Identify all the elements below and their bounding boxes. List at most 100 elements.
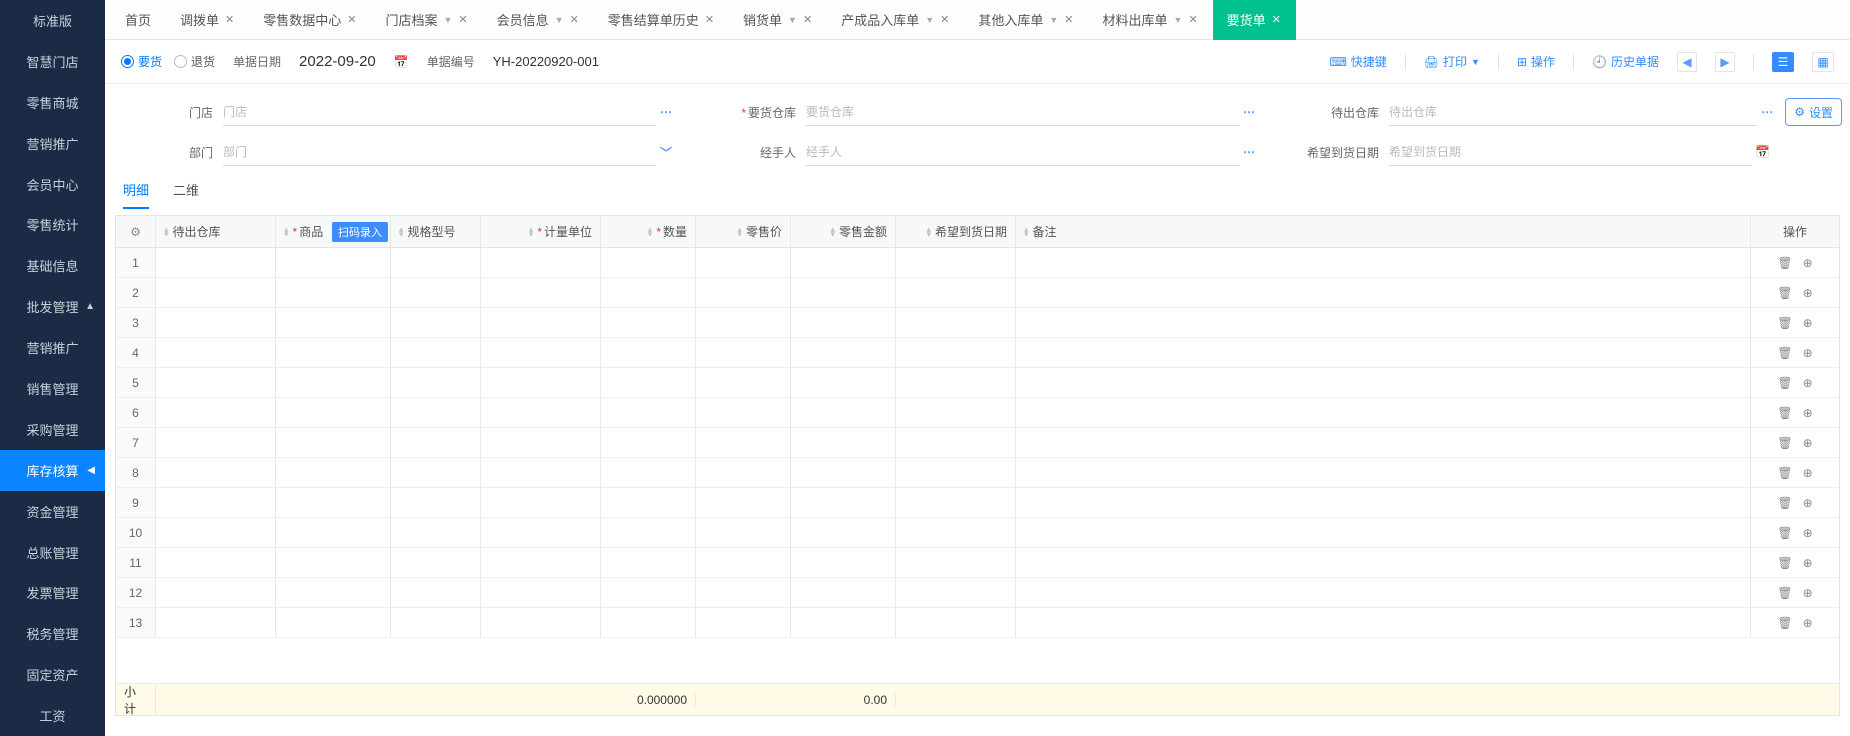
close-icon[interactable]: ✕ [570, 13, 579, 26]
tab-detail[interactable]: 明细 [123, 180, 149, 209]
delete-row-icon[interactable]: 🗑 [1777, 616, 1792, 630]
table-row[interactable]: 10🗑⊕ [116, 518, 1839, 548]
col-spec[interactable]: 规格型号 [408, 223, 456, 240]
col-qty[interactable]: 数量 [663, 223, 687, 240]
page-tab[interactable]: 材料出库单▼✕ [1089, 0, 1213, 40]
sidebar-item[interactable]: 总账管理 [0, 532, 105, 573]
store-picker-icon[interactable]: ⋯ [656, 105, 676, 119]
add-row-icon[interactable]: ⊕ [1803, 436, 1813, 450]
sidebar-item[interactable]: 零售统计 [0, 204, 105, 245]
col-unit[interactable]: 计量单位 [544, 223, 592, 240]
shortcut-button[interactable]: ⌨快捷键 [1329, 53, 1386, 70]
sidebar-item[interactable]: 零售商城 [0, 82, 105, 123]
close-icon[interactable]: ✕ [225, 13, 234, 26]
outwh-picker-icon[interactable]: ⋯ [1757, 105, 1777, 119]
col-prod[interactable]: 商品 [299, 223, 323, 240]
add-row-icon[interactable]: ⊕ [1803, 376, 1813, 390]
col-price[interactable]: 零售价 [746, 223, 782, 240]
next-doc-button[interactable]: ▶ [1715, 52, 1735, 72]
add-row-icon[interactable]: ⊕ [1803, 526, 1813, 540]
add-row-icon[interactable]: ⊕ [1803, 406, 1813, 420]
radio-return[interactable]: 退货 [174, 53, 215, 70]
print-button[interactable]: 🖨打印▼ [1424, 53, 1480, 70]
close-icon[interactable]: ✕ [458, 13, 467, 26]
table-settings-icon[interactable]: ⚙ [130, 225, 141, 239]
table-row[interactable]: 3🗑⊕ [116, 308, 1839, 338]
table-row[interactable]: 6🗑⊕ [116, 398, 1839, 428]
sidebar-item[interactable]: 采购管理 [0, 409, 105, 450]
table-row[interactable]: 13🗑⊕ [116, 608, 1839, 638]
sidebar-item[interactable]: 会员中心 [0, 164, 105, 205]
sidebar-item[interactable]: 固定资产 [0, 654, 105, 695]
add-row-icon[interactable]: ⊕ [1803, 496, 1813, 510]
dept-dropdown-icon[interactable]: ﹀ [656, 144, 676, 161]
close-icon[interactable]: ✕ [940, 13, 949, 26]
delete-row-icon[interactable]: 🗑 [1777, 286, 1792, 300]
delete-row-icon[interactable]: 🗑 [1777, 586, 1792, 600]
add-row-icon[interactable]: ⊕ [1803, 466, 1813, 480]
page-tab[interactable]: 零售数据中心✕ [249, 0, 371, 40]
store-input[interactable] [223, 98, 656, 125]
table-row[interactable]: 7🗑⊕ [116, 428, 1839, 458]
col-outwh[interactable]: 待出仓库 [173, 223, 221, 240]
delete-row-icon[interactable]: 🗑 [1777, 346, 1792, 360]
delete-row-icon[interactable]: 🗑 [1777, 256, 1792, 270]
add-row-icon[interactable]: ⊕ [1803, 616, 1813, 630]
page-tab[interactable]: 销货单▼✕ [729, 0, 827, 40]
table-row[interactable]: 1🗑⊕ [116, 248, 1839, 278]
page-tab[interactable]: 零售结算单历史✕ [594, 0, 729, 40]
page-tab[interactable]: 其他入库单▼✕ [964, 0, 1088, 40]
handler-picker-icon[interactable]: ⋯ [1239, 145, 1259, 159]
close-icon[interactable]: ✕ [347, 13, 356, 26]
close-icon[interactable]: ✕ [705, 13, 714, 26]
doc-date-value[interactable]: 2022-09-20 [299, 53, 376, 70]
add-row-icon[interactable]: ⊕ [1803, 286, 1813, 300]
radio-request[interactable]: 要货 [121, 53, 162, 70]
reqwh-picker-icon[interactable]: ⋯ [1239, 105, 1259, 119]
page-tab[interactable]: 门店档案▼✕ [371, 0, 482, 40]
page-tab[interactable]: 会员信息▼✕ [483, 0, 594, 40]
delete-row-icon[interactable]: 🗑 [1777, 316, 1792, 330]
sidebar-item[interactable]: 工资 [0, 695, 105, 736]
close-icon[interactable]: ✕ [1064, 13, 1073, 26]
sidebar-item[interactable]: 发票管理 [0, 572, 105, 613]
prev-doc-button[interactable]: ◀ [1677, 52, 1697, 72]
delete-row-icon[interactable]: 🗑 [1777, 526, 1792, 540]
sidebar-item[interactable]: 税务管理 [0, 613, 105, 654]
sidebar-item[interactable]: 销售管理 [0, 368, 105, 409]
delete-row-icon[interactable]: 🗑 [1777, 466, 1792, 480]
sidebar-item[interactable]: 智慧门店 [0, 41, 105, 82]
table-row[interactable]: 2🗑⊕ [116, 278, 1839, 308]
settings-button[interactable]: ⚙设置 [1785, 98, 1842, 126]
calendar-icon[interactable]: 📅 [394, 55, 409, 69]
table-row[interactable]: 11🗑⊕ [116, 548, 1839, 578]
reqwh-input[interactable] [806, 98, 1239, 125]
page-tab[interactable]: 首页 [111, 0, 166, 40]
close-icon[interactable]: ✕ [1272, 13, 1281, 26]
operate-button[interactable]: ⊞操作 [1517, 53, 1555, 70]
table-row[interactable]: 12🗑⊕ [116, 578, 1839, 608]
sidebar-item[interactable]: 基础信息 [0, 245, 105, 286]
handler-input[interactable] [806, 138, 1239, 165]
table-row[interactable]: 5🗑⊕ [116, 368, 1839, 398]
tab-2d[interactable]: 二维 [173, 180, 199, 209]
sidebar-item[interactable]: 资金管理 [0, 491, 105, 532]
delete-row-icon[interactable]: 🗑 [1777, 556, 1792, 570]
sidebar-item[interactable]: 批发管理▲ [0, 286, 105, 327]
table-row[interactable]: 4🗑⊕ [116, 338, 1839, 368]
add-row-icon[interactable]: ⊕ [1803, 316, 1813, 330]
add-row-icon[interactable]: ⊕ [1803, 256, 1813, 270]
add-row-icon[interactable]: ⊕ [1803, 586, 1813, 600]
col-remark[interactable]: 备注 [1033, 223, 1057, 240]
scan-entry-button[interactable]: 扫码录入 [332, 222, 388, 242]
col-expect[interactable]: 希望到货日期 [935, 223, 1007, 240]
close-icon[interactable]: ✕ [1188, 13, 1197, 26]
delete-row-icon[interactable]: 🗑 [1777, 406, 1792, 420]
col-amount[interactable]: 零售金额 [839, 223, 887, 240]
sidebar-item[interactable]: 标准版 [0, 0, 105, 41]
close-icon[interactable]: ✕ [803, 13, 812, 26]
dept-input[interactable] [223, 138, 656, 165]
delete-row-icon[interactable]: 🗑 [1777, 436, 1792, 450]
add-row-icon[interactable]: ⊕ [1803, 346, 1813, 360]
outwh-input[interactable] [1389, 98, 1757, 125]
